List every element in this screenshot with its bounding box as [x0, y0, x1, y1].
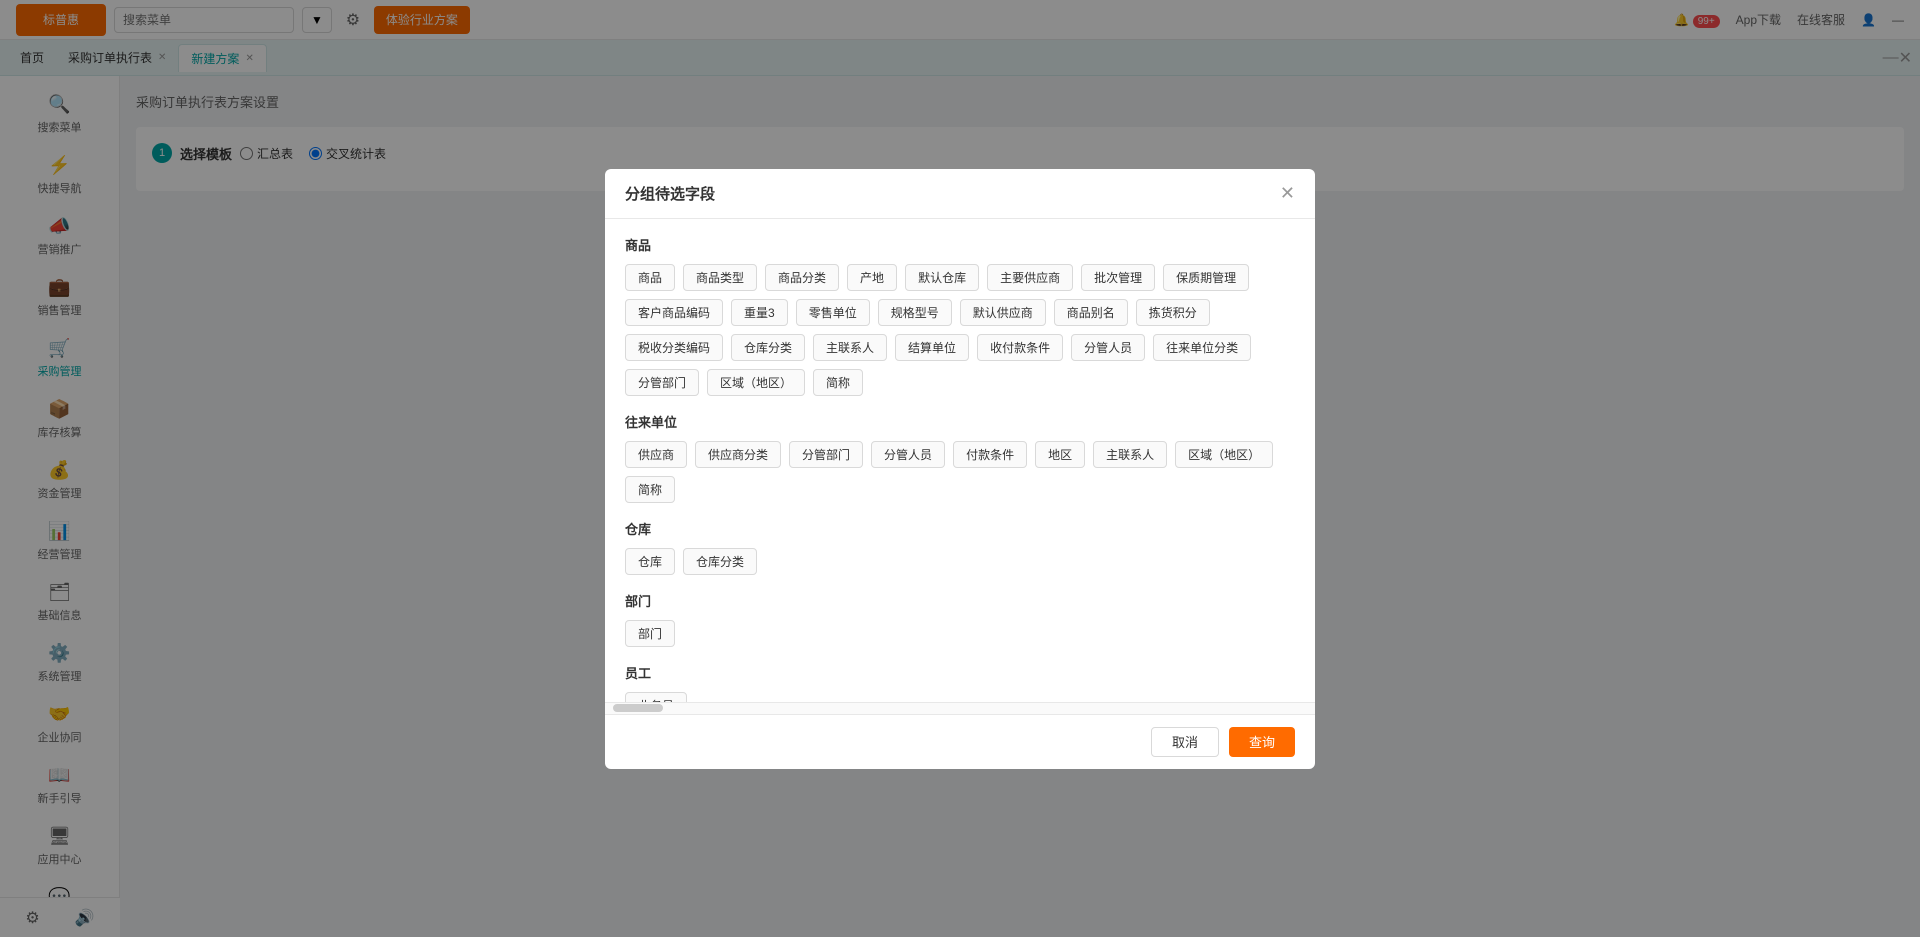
- tag-product-11[interactable]: 规格型号: [878, 299, 952, 326]
- field-group-employee: 员工 业务员: [625, 663, 1295, 702]
- tag-product-23[interactable]: 区域（地区）: [707, 369, 805, 396]
- tag-product-6[interactable]: 批次管理: [1081, 264, 1155, 291]
- modal-header: 分组待选字段 ✕: [605, 169, 1315, 219]
- modal-close-button[interactable]: ✕: [1280, 183, 1295, 204]
- group-title-contacts: 往来单位: [625, 412, 1295, 431]
- modal-hscrollbar[interactable]: [605, 702, 1315, 714]
- modal-footer: 取消 查询: [605, 714, 1315, 769]
- tag-contacts-6[interactable]: 主联系人: [1093, 441, 1167, 468]
- tag-product-19[interactable]: 收付款条件: [977, 334, 1063, 361]
- group-title-warehouse: 仓库: [625, 519, 1295, 538]
- tag-product-22[interactable]: 分管部门: [625, 369, 699, 396]
- tag-contacts-4[interactable]: 付款条件: [953, 441, 1027, 468]
- field-tags-contacts: 供应商 供应商分类 分管部门 分管人员 付款条件 地区 主联系人 区域（地区） …: [625, 441, 1295, 503]
- tag-product-2[interactable]: 商品分类: [765, 264, 839, 291]
- group-title-employee: 员工: [625, 663, 1295, 682]
- tag-product-8[interactable]: 客户商品编码: [625, 299, 723, 326]
- tag-product-1[interactable]: 商品类型: [683, 264, 757, 291]
- tag-warehouse-1[interactable]: 仓库分类: [683, 548, 757, 575]
- field-group-warehouse: 仓库 仓库 仓库分类: [625, 519, 1295, 575]
- tag-contacts-5[interactable]: 地区: [1035, 441, 1085, 468]
- field-tags-product: 商品 商品类型 商品分类 产地 默认仓库 主要供应商 批次管理 保质期管理 客户…: [625, 264, 1295, 396]
- tag-contacts-2[interactable]: 分管部门: [789, 441, 863, 468]
- tag-contacts-7[interactable]: 区域（地区）: [1175, 441, 1273, 468]
- tag-product-10[interactable]: 零售单位: [796, 299, 870, 326]
- field-tags-warehouse: 仓库 仓库分类: [625, 548, 1295, 575]
- tag-contacts-3[interactable]: 分管人员: [871, 441, 945, 468]
- group-title-department: 部门: [625, 591, 1295, 610]
- modal-title: 分组待选字段: [625, 183, 715, 204]
- tag-employee-0[interactable]: 业务员: [625, 692, 687, 702]
- tag-product-7[interactable]: 保质期管理: [1163, 264, 1249, 291]
- tag-product-18[interactable]: 结算单位: [895, 334, 969, 361]
- tag-product-21[interactable]: 往来单位分类: [1153, 334, 1251, 361]
- tag-product-0[interactable]: 商品: [625, 264, 675, 291]
- tag-contacts-0[interactable]: 供应商: [625, 441, 687, 468]
- field-tags-department: 部门: [625, 620, 1295, 647]
- tag-warehouse-0[interactable]: 仓库: [625, 548, 675, 575]
- tag-product-15[interactable]: 税收分类编码: [625, 334, 723, 361]
- modal-confirm-button[interactable]: 查询: [1229, 727, 1295, 757]
- group-title-product: 商品: [625, 235, 1295, 254]
- field-group-contacts: 往来单位 供应商 供应商分类 分管部门 分管人员 付款条件 地区 主联系人 区域…: [625, 412, 1295, 503]
- tag-product-9[interactable]: 重量3: [731, 299, 788, 326]
- field-select-modal: 分组待选字段 ✕ 商品 商品 商品类型 商品分类 产地 默认仓库 主要供应商 批…: [605, 169, 1315, 769]
- tag-product-3[interactable]: 产地: [847, 264, 897, 291]
- tag-product-12[interactable]: 默认供应商: [960, 299, 1046, 326]
- hscroll-thumb[interactable]: [613, 704, 663, 712]
- tag-contacts-8[interactable]: 简称: [625, 476, 675, 503]
- tag-product-5[interactable]: 主要供应商: [987, 264, 1073, 291]
- tag-product-13[interactable]: 商品别名: [1054, 299, 1128, 326]
- tag-product-17[interactable]: 主联系人: [813, 334, 887, 361]
- tag-product-4[interactable]: 默认仓库: [905, 264, 979, 291]
- field-group-department: 部门 部门: [625, 591, 1295, 647]
- tag-contacts-1[interactable]: 供应商分类: [695, 441, 781, 468]
- modal-body: 商品 商品 商品类型 商品分类 产地 默认仓库 主要供应商 批次管理 保质期管理…: [605, 219, 1315, 702]
- tag-product-14[interactable]: 拣货积分: [1136, 299, 1210, 326]
- modal-cancel-button[interactable]: 取消: [1151, 727, 1219, 757]
- field-group-product: 商品 商品 商品类型 商品分类 产地 默认仓库 主要供应商 批次管理 保质期管理…: [625, 235, 1295, 396]
- tag-product-20[interactable]: 分管人员: [1071, 334, 1145, 361]
- field-tags-employee: 业务员: [625, 692, 1295, 702]
- tag-product-24[interactable]: 简称: [813, 369, 863, 396]
- tag-product-16[interactable]: 仓库分类: [731, 334, 805, 361]
- tag-department-0[interactable]: 部门: [625, 620, 675, 647]
